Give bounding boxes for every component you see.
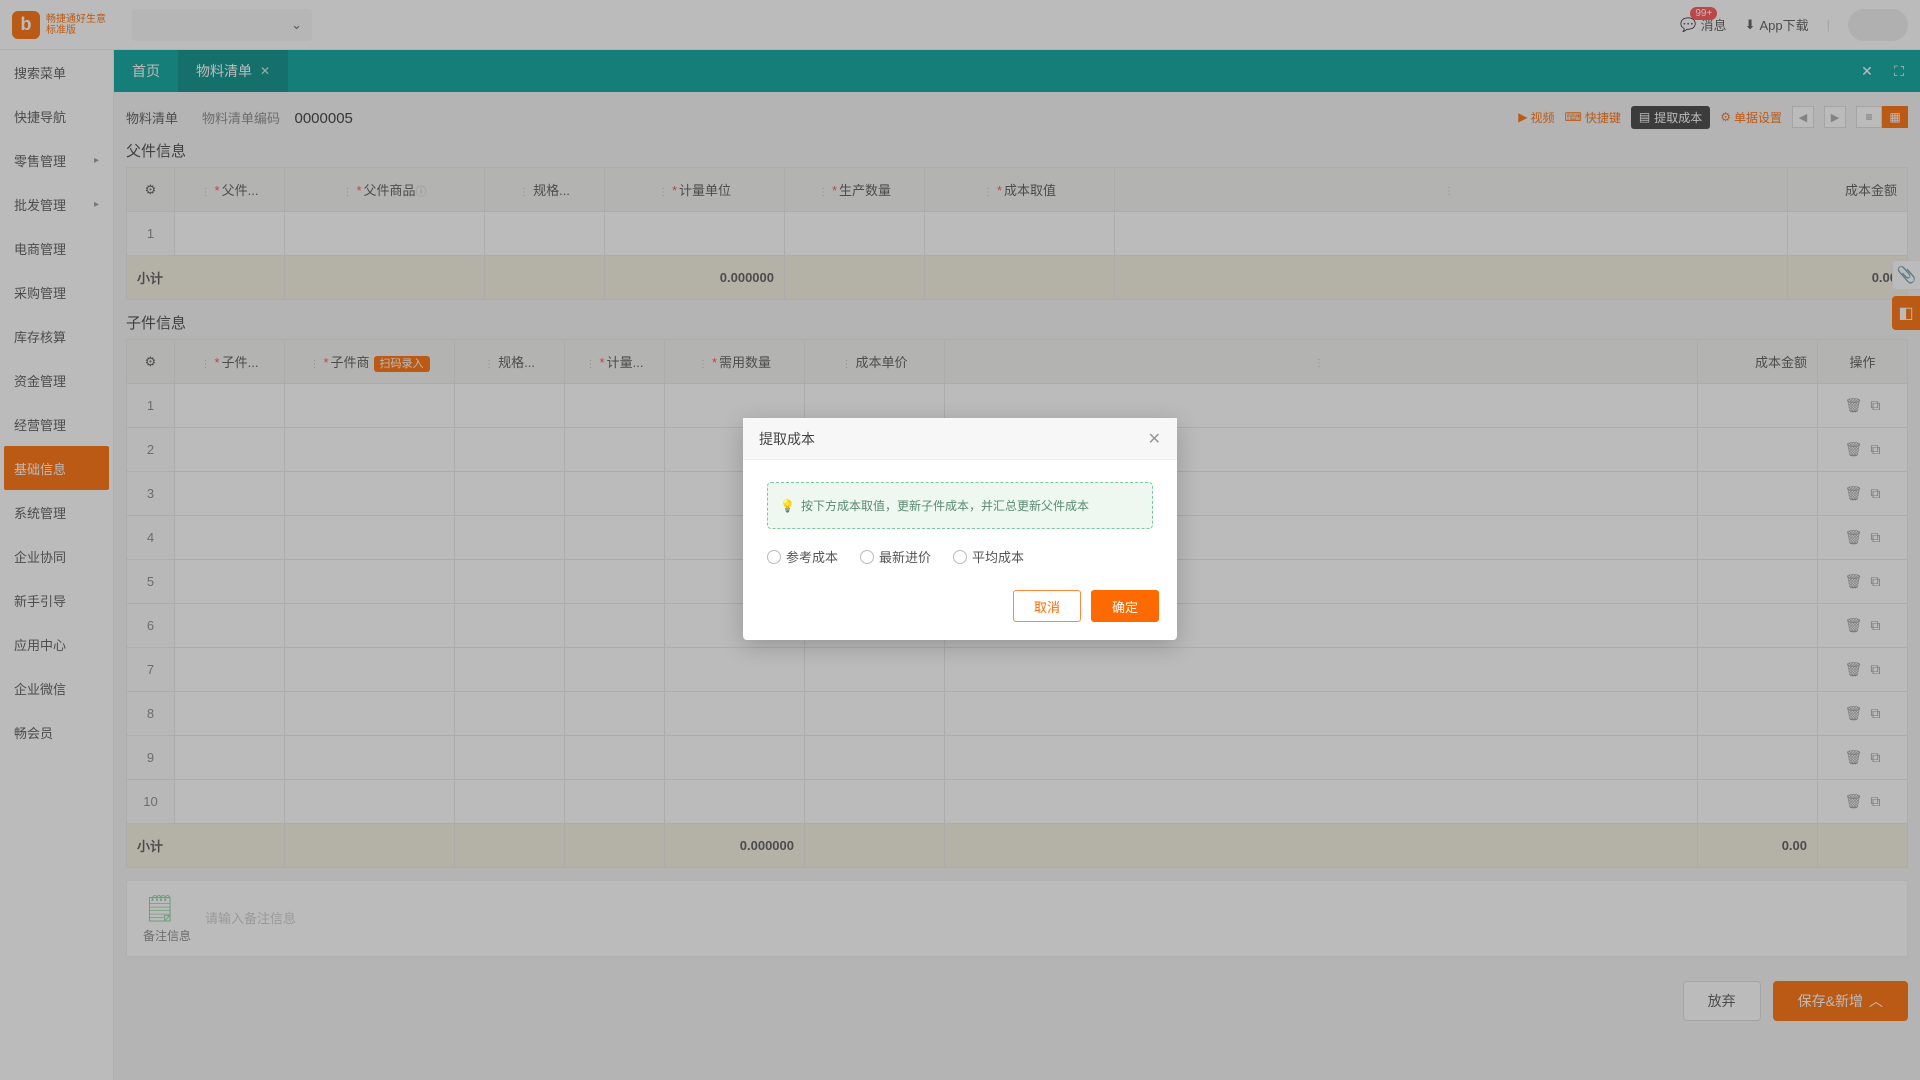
cancel-button[interactable]: 取消 bbox=[1013, 590, 1081, 622]
lightbulb-icon: 💡 bbox=[780, 499, 795, 513]
radio-avg-cost[interactable]: 平均成本 bbox=[953, 547, 1024, 566]
modal-hint-text: 按下方成本取值，更新子件成本，并汇总更新父件成本 bbox=[801, 497, 1089, 514]
radio-icon bbox=[953, 550, 967, 564]
radio-ref-cost[interactable]: 参考成本 bbox=[767, 547, 838, 566]
ok-button[interactable]: 确定 bbox=[1091, 590, 1159, 622]
extract-cost-dialog: 提取成本 ✕ 💡 按下方成本取值，更新子件成本，并汇总更新父件成本 参考成本 最… bbox=[743, 418, 1177, 640]
modal-overlay[interactable]: 提取成本 ✕ 💡 按下方成本取值，更新子件成本，并汇总更新父件成本 参考成本 最… bbox=[0, 0, 1920, 1080]
radio-icon bbox=[767, 550, 781, 564]
modal-header: 提取成本 ✕ bbox=[743, 418, 1177, 460]
close-icon[interactable]: ✕ bbox=[1148, 429, 1161, 449]
radio-latest-price[interactable]: 最新进价 bbox=[860, 547, 931, 566]
modal-footer: 取消 确定 bbox=[743, 576, 1177, 640]
modal-hint: 💡 按下方成本取值，更新子件成本，并汇总更新父件成本 bbox=[767, 482, 1153, 529]
modal-title: 提取成本 bbox=[759, 429, 815, 449]
radio-icon bbox=[860, 550, 874, 564]
cost-option-group: 参考成本 最新进价 平均成本 bbox=[767, 547, 1153, 566]
